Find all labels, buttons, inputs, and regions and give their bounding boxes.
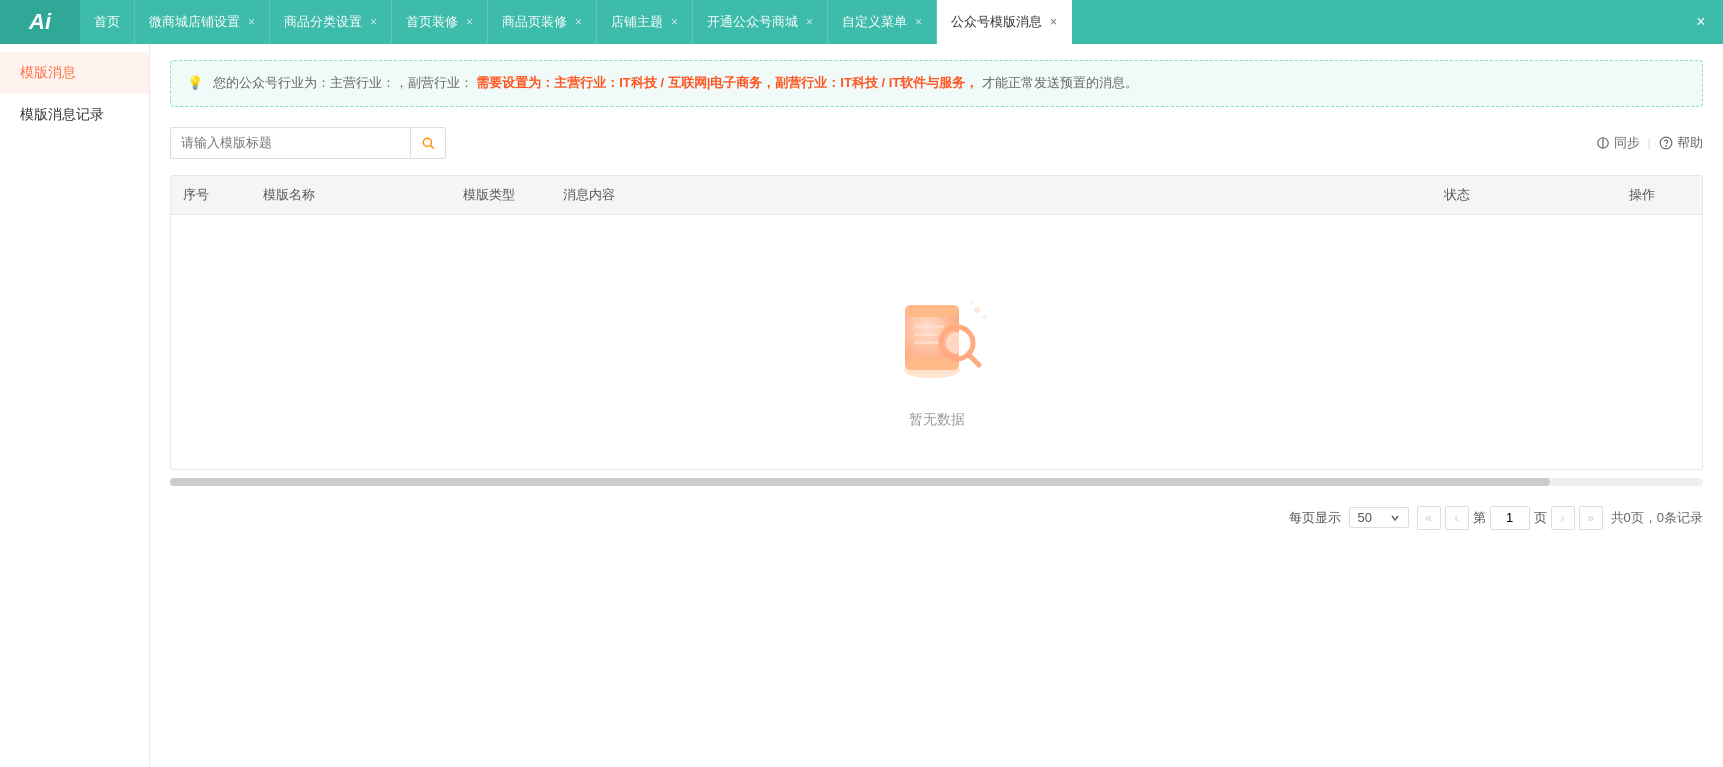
search-button[interactable] — [410, 127, 446, 159]
sync-label: 同步 — [1614, 134, 1640, 152]
app-logo: Ai — [0, 0, 80, 44]
page-size-value: 50 — [1358, 510, 1372, 525]
first-page-button[interactable]: « — [1417, 506, 1441, 530]
page-label: 第 — [1473, 509, 1486, 527]
notice-suffix: 才能正常发送预置的消息。 — [982, 75, 1138, 90]
close-tab-category-settings[interactable]: × — [370, 15, 377, 29]
close-tab-home-decor[interactable]: × — [466, 15, 473, 29]
sidebar-item-template-msg[interactable]: 模版消息 — [0, 52, 149, 94]
svg-point-16 — [970, 301, 974, 305]
col-header-type: 模版类型 — [451, 176, 551, 214]
help-label: 帮助 — [1677, 134, 1703, 152]
sidebar: 模版消息模版消息记录 — [0, 44, 150, 767]
scroll-thumb[interactable] — [170, 478, 1550, 486]
search-bar: 同步 | 帮助 — [170, 127, 1703, 159]
top-nav: Ai 首页微商城店铺设置×商品分类设置×首页装修×商品页装修×店铺主题×开通公众… — [0, 0, 1723, 44]
search-input[interactable] — [170, 127, 410, 159]
content-area: 💡 您的公众号行业为：主营行业：，副营行业： 需要设置为：主营行业：IT科技 /… — [150, 44, 1723, 767]
global-close-button[interactable]: × — [1679, 0, 1723, 44]
close-tab-open-mall[interactable]: × — [806, 15, 813, 29]
svg-line-13 — [968, 354, 979, 365]
data-table: 序号 模版名称 模版类型 消息内容 状态 操作 — [170, 175, 1703, 470]
notice-box: 💡 您的公众号行业为：主营行业：，副营行业： 需要设置为：主营行业：IT科技 /… — [170, 60, 1703, 107]
close-tab-template-msg[interactable]: × — [1050, 15, 1057, 29]
nav-tab-template-msg[interactable]: 公众号模版消息× — [937, 0, 1072, 44]
nav-tab-shop-theme[interactable]: 店铺主题× — [597, 0, 693, 44]
main-layout: 模版消息模版消息记录 💡 您的公众号行业为：主营行业：，副营行业： 需要设置为：… — [0, 44, 1723, 767]
svg-point-12 — [946, 332, 968, 354]
close-tab-custom-menu[interactable]: × — [915, 15, 922, 29]
horizontal-scrollbar[interactable] — [170, 478, 1703, 486]
svg-point-0 — [423, 138, 431, 146]
page-total: 共0页，0条记录 — [1611, 509, 1703, 527]
close-tab-shop-settings[interactable]: × — [248, 15, 255, 29]
prev-page-button[interactable]: ‹ — [1445, 506, 1469, 530]
nav-tab-product-decor[interactable]: 商品页装修× — [488, 0, 597, 44]
empty-illustration — [877, 275, 997, 395]
svg-point-3 — [1666, 145, 1667, 146]
page-unit: 页 — [1534, 509, 1547, 527]
col-header-content: 消息内容 — [551, 176, 1432, 214]
sync-icon — [1596, 136, 1610, 150]
table-header: 序号 模版名称 模版类型 消息内容 状态 操作 — [171, 176, 1702, 215]
close-tab-shop-theme[interactable]: × — [671, 15, 678, 29]
notice-highlight: 需要设置为：主营行业：IT科技 / 互联网|电子商务，副营行业：IT科技 / I… — [476, 75, 978, 90]
help-button[interactable]: 帮助 — [1659, 134, 1703, 152]
svg-rect-10 — [914, 341, 942, 344]
svg-rect-9 — [914, 333, 938, 336]
page-input[interactable] — [1490, 506, 1530, 530]
notice-prefix: 您的公众号行业为：主营行业：，副营行业： — [213, 75, 473, 90]
nav-tab-custom-menu[interactable]: 自定义菜单× — [828, 0, 937, 44]
page-size-select[interactable]: 50 — [1349, 507, 1409, 528]
close-tab-product-decor[interactable]: × — [575, 15, 582, 29]
svg-rect-6 — [905, 305, 959, 317]
svg-line-1 — [431, 145, 434, 148]
nav-tabs: 首页微商城店铺设置×商品分类设置×首页装修×商品页装修×店铺主题×开通公众号商城… — [80, 0, 1679, 44]
nav-tab-category-settings[interactable]: 商品分类设置× — [270, 0, 392, 44]
empty-state: 暂无数据 — [171, 215, 1702, 469]
col-header-name: 模版名称 — [251, 176, 451, 214]
help-icon — [1659, 136, 1673, 150]
page-size-label: 每页显示 — [1289, 509, 1341, 527]
nav-tab-shop-settings[interactable]: 微商城店铺设置× — [135, 0, 270, 44]
notice-icon: 💡 — [187, 75, 203, 90]
last-page-button[interactable]: » — [1579, 506, 1603, 530]
search-left — [170, 127, 446, 159]
nav-tab-home-decor[interactable]: 首页装修× — [392, 0, 488, 44]
svg-rect-8 — [914, 325, 944, 328]
col-header-status: 状态 — [1432, 176, 1582, 214]
next-page-button[interactable]: › — [1551, 506, 1575, 530]
sync-button[interactable]: 同步 — [1596, 134, 1640, 152]
divider: | — [1648, 135, 1651, 150]
pagination: 每页显示 50 « ‹ 第 页 › » 共0页，0条记录 — [170, 494, 1703, 534]
col-header-seq: 序号 — [171, 176, 251, 214]
col-header-action: 操作 — [1582, 176, 1702, 214]
nav-tab-open-mall[interactable]: 开通公众号商城× — [693, 0, 828, 44]
chevron-down-icon — [1390, 513, 1400, 523]
search-right: 同步 | 帮助 — [1596, 134, 1703, 152]
page-navigation: « ‹ 第 页 › » — [1417, 506, 1603, 530]
svg-point-14 — [974, 307, 980, 313]
svg-point-15 — [983, 315, 987, 319]
empty-text: 暂无数据 — [909, 411, 965, 429]
nav-tab-home[interactable]: 首页 — [80, 0, 135, 44]
search-icon — [421, 136, 435, 150]
sidebar-item-template-record[interactable]: 模版消息记录 — [0, 94, 149, 136]
